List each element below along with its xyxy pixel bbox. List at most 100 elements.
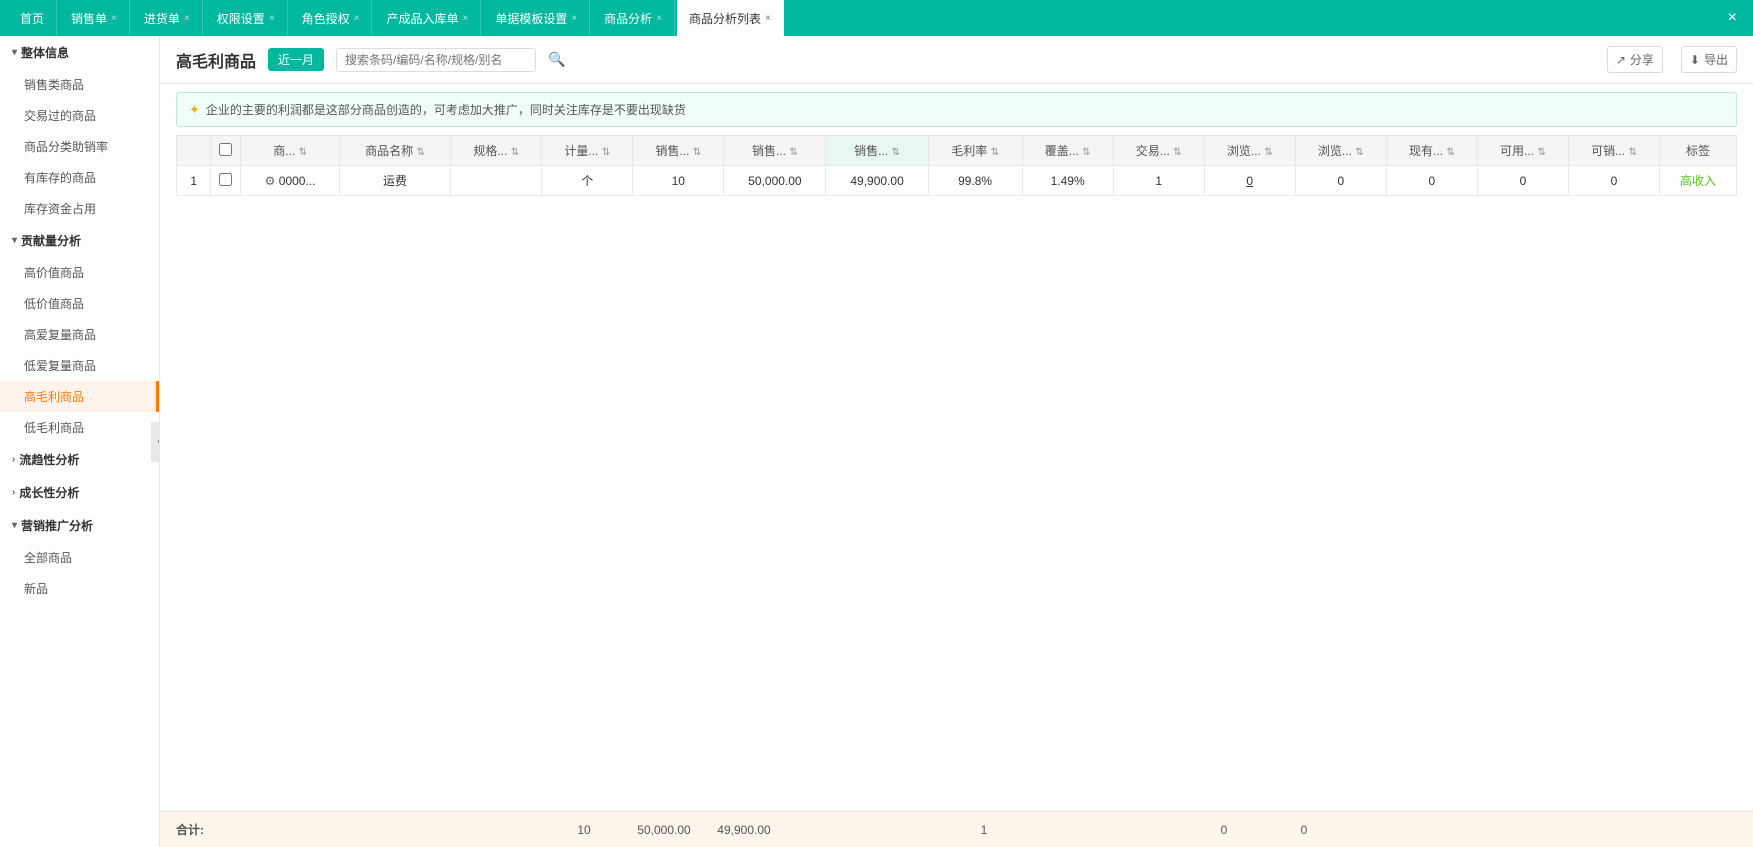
footer-cell-transaction: 1: [944, 823, 1024, 837]
sidebar-item-new-goods[interactable]: 新品: [0, 573, 159, 604]
footer-cell-empty1: [224, 823, 304, 837]
sidebar-group-marketing-analysis[interactable]: ▾ 营销推广分析: [0, 509, 159, 542]
col-name[interactable]: 商品名称 ⇅: [339, 136, 450, 166]
sort-icon[interactable]: ⇅: [511, 147, 519, 158]
col-current-stock[interactable]: 现有... ⇅: [1386, 136, 1477, 166]
sidebar-collapse-button[interactable]: «: [151, 422, 160, 462]
col-browse2[interactable]: 浏览... ⇅: [1295, 136, 1386, 166]
close-icon[interactable]: ×: [571, 13, 577, 24]
col-code[interactable]: 商... ⇅: [241, 136, 339, 166]
sidebar-item-all-goods[interactable]: 全部商品: [0, 542, 159, 573]
tab-template-settings[interactable]: 单据模板设置 ×: [483, 0, 590, 36]
sort-icon[interactable]: ⇅: [1264, 147, 1272, 158]
col-transaction[interactable]: 交易... ⇅: [1113, 136, 1204, 166]
close-icon[interactable]: ×: [111, 13, 117, 24]
sort-icon[interactable]: ⇅: [416, 147, 424, 158]
sidebar-group-contribution-analysis[interactable]: ▾ 贡献量分析: [0, 224, 159, 257]
close-icon[interactable]: ×: [765, 13, 771, 24]
main-layout: « ▾ 整体信息 销售类商品 交易过的商品 商品分类助销率 有库存的商品 库存资…: [0, 36, 1753, 847]
close-icon[interactable]: ×: [269, 13, 275, 24]
sort-icon[interactable]: ⇅: [299, 147, 307, 158]
close-icon[interactable]: ×: [354, 13, 360, 24]
export-button[interactable]: ⬇ 导出: [1681, 46, 1737, 73]
search-input[interactable]: [336, 48, 536, 72]
footer-cell-sales-profit: 49,900.00: [704, 823, 784, 837]
col-sales-amount[interactable]: 销售... ⇅: [724, 136, 826, 166]
sidebar-item-low-repurchase-goods[interactable]: 低爱复量商品: [0, 350, 159, 381]
top-navigation: 首页 销售单 × 进货单 × 权限设置 × 角色授权 × 产成品入库单 × 单据…: [0, 0, 1753, 36]
footer-cell-current-stock: 0: [1184, 823, 1264, 837]
cell-spec: [451, 166, 542, 196]
chevron-down-icon: ▾: [12, 520, 17, 531]
table-area: 商... ⇅ 商品名称 ⇅ 规格... ⇅ 计量... ⇅ 销售... ⇅ 销售…: [160, 135, 1753, 811]
sort-icon[interactable]: ⇅: [991, 147, 999, 158]
col-coverage[interactable]: 覆盖... ⇅: [1022, 136, 1113, 166]
sort-icon[interactable]: ⇅: [789, 147, 797, 158]
sort-icon[interactable]: ⇅: [1628, 147, 1636, 158]
sort-icon[interactable]: ⇅: [693, 147, 701, 158]
sidebar-group-flow-analysis[interactable]: › 流趋性分析: [0, 443, 159, 476]
col-sales-profit[interactable]: 销售... ⇅: [826, 136, 928, 166]
row-checkbox[interactable]: [219, 173, 232, 186]
footer-values: 10 50,000.00 49,900.00 1 0 0: [224, 823, 1737, 837]
cell-checkbox[interactable]: [211, 166, 241, 196]
tab-home[interactable]: 首页: [8, 0, 57, 36]
col-unit[interactable]: 计量... ⇅: [542, 136, 633, 166]
sort-icon[interactable]: ⇅: [1537, 147, 1545, 158]
sidebar-group-growth-analysis[interactable]: › 成长性分析: [0, 476, 159, 509]
col-gross-rate[interactable]: 毛利率 ⇅: [928, 136, 1022, 166]
table-header-row: 商... ⇅ 商品名称 ⇅ 规格... ⇅ 计量... ⇅ 销售... ⇅ 销售…: [177, 136, 1737, 166]
sidebar-item-traded-goods[interactable]: 交易过的商品: [0, 100, 159, 131]
product-table: 商... ⇅ 商品名称 ⇅ 规格... ⇅ 计量... ⇅ 销售... ⇅ 销售…: [176, 135, 1737, 196]
col-spec[interactable]: 规格... ⇅: [451, 136, 542, 166]
cell-sales-amount: 50,000.00: [724, 166, 826, 196]
share-button[interactable]: ↗ 分享: [1607, 46, 1663, 73]
col-browse1[interactable]: 浏览... ⇅: [1204, 136, 1295, 166]
tip-text: 企业的主要的利润都是这部分商品创造的，可考虑加大推广，同时关注库存是不要出现缺货: [206, 101, 686, 118]
tab-product-analysis-list[interactable]: 商品分析列表 ×: [677, 0, 784, 36]
sidebar-item-sales-goods[interactable]: 销售类商品: [0, 69, 159, 100]
search-button[interactable]: 🔍: [548, 51, 565, 68]
tab-product-analysis[interactable]: 商品分析 ×: [592, 0, 675, 36]
tab-sales-order[interactable]: 销售单 ×: [59, 0, 130, 36]
cell-browse1[interactable]: 0: [1204, 166, 1295, 196]
sidebar-item-high-value-goods[interactable]: 高价值商品: [0, 257, 159, 288]
sort-icon[interactable]: ⇅: [1173, 147, 1181, 158]
sort-icon[interactable]: ⇅: [602, 147, 610, 158]
tab-purchase-order[interactable]: 进货单 ×: [132, 0, 203, 36]
sort-icon[interactable]: ⇅: [1082, 147, 1090, 158]
close-icon[interactable]: ×: [184, 13, 190, 24]
col-available-stock[interactable]: 可用... ⇅: [1477, 136, 1568, 166]
sidebar-item-low-value-goods[interactable]: 低价值商品: [0, 288, 159, 319]
cell-tag: 高收入: [1660, 166, 1737, 196]
window-close-button[interactable]: ×: [1720, 9, 1745, 27]
close-icon[interactable]: ×: [462, 13, 468, 24]
sidebar-item-low-margin-goods[interactable]: 低毛利商品: [0, 412, 159, 443]
sidebar-item-in-stock-goods[interactable]: 有库存的商品: [0, 162, 159, 193]
sort-icon[interactable]: ⇅: [1446, 147, 1454, 158]
tab-role-auth[interactable]: 角色授权 ×: [290, 0, 373, 36]
sidebar-item-high-repurchase-goods[interactable]: 高爱复量商品: [0, 319, 159, 350]
col-sellable-stock[interactable]: 可销... ⇅: [1568, 136, 1659, 166]
close-icon[interactable]: ×: [656, 13, 662, 24]
sidebar-group-overall-info[interactable]: ▾ 整体信息: [0, 36, 159, 69]
col-checkbox[interactable]: [211, 136, 241, 166]
sort-icon[interactable]: ⇅: [1355, 147, 1363, 158]
sidebar-item-stock-capital[interactable]: 库存资金占用: [0, 193, 159, 224]
chevron-down-icon: ▾: [12, 47, 17, 58]
footer-label: 合计:: [176, 821, 204, 838]
footer-cell-sales-amount: 50,000.00: [624, 823, 704, 837]
sidebar-item-category-sales-rate[interactable]: 商品分类助销率: [0, 131, 159, 162]
cell-index: 1: [177, 166, 211, 196]
select-all-checkbox[interactable]: [219, 143, 232, 156]
cell-current-stock: 0: [1386, 166, 1477, 196]
col-sales-qty[interactable]: 销售... ⇅: [633, 136, 724, 166]
settings-icon[interactable]: ⚙: [265, 174, 276, 188]
tab-permission-settings[interactable]: 权限设置 ×: [205, 0, 288, 36]
sort-icon[interactable]: ⇅: [892, 147, 900, 158]
export-icon: ⬇: [1690, 53, 1700, 67]
content-header: 高毛利商品 近一月 🔍 ↗ 分享 ⬇ 导出: [160, 36, 1753, 84]
date-range-button[interactable]: 近一月: [268, 48, 324, 71]
tab-product-inbound[interactable]: 产成品入库单 ×: [374, 0, 481, 36]
sidebar-item-high-margin-goods[interactable]: 高毛利商品: [0, 381, 159, 412]
